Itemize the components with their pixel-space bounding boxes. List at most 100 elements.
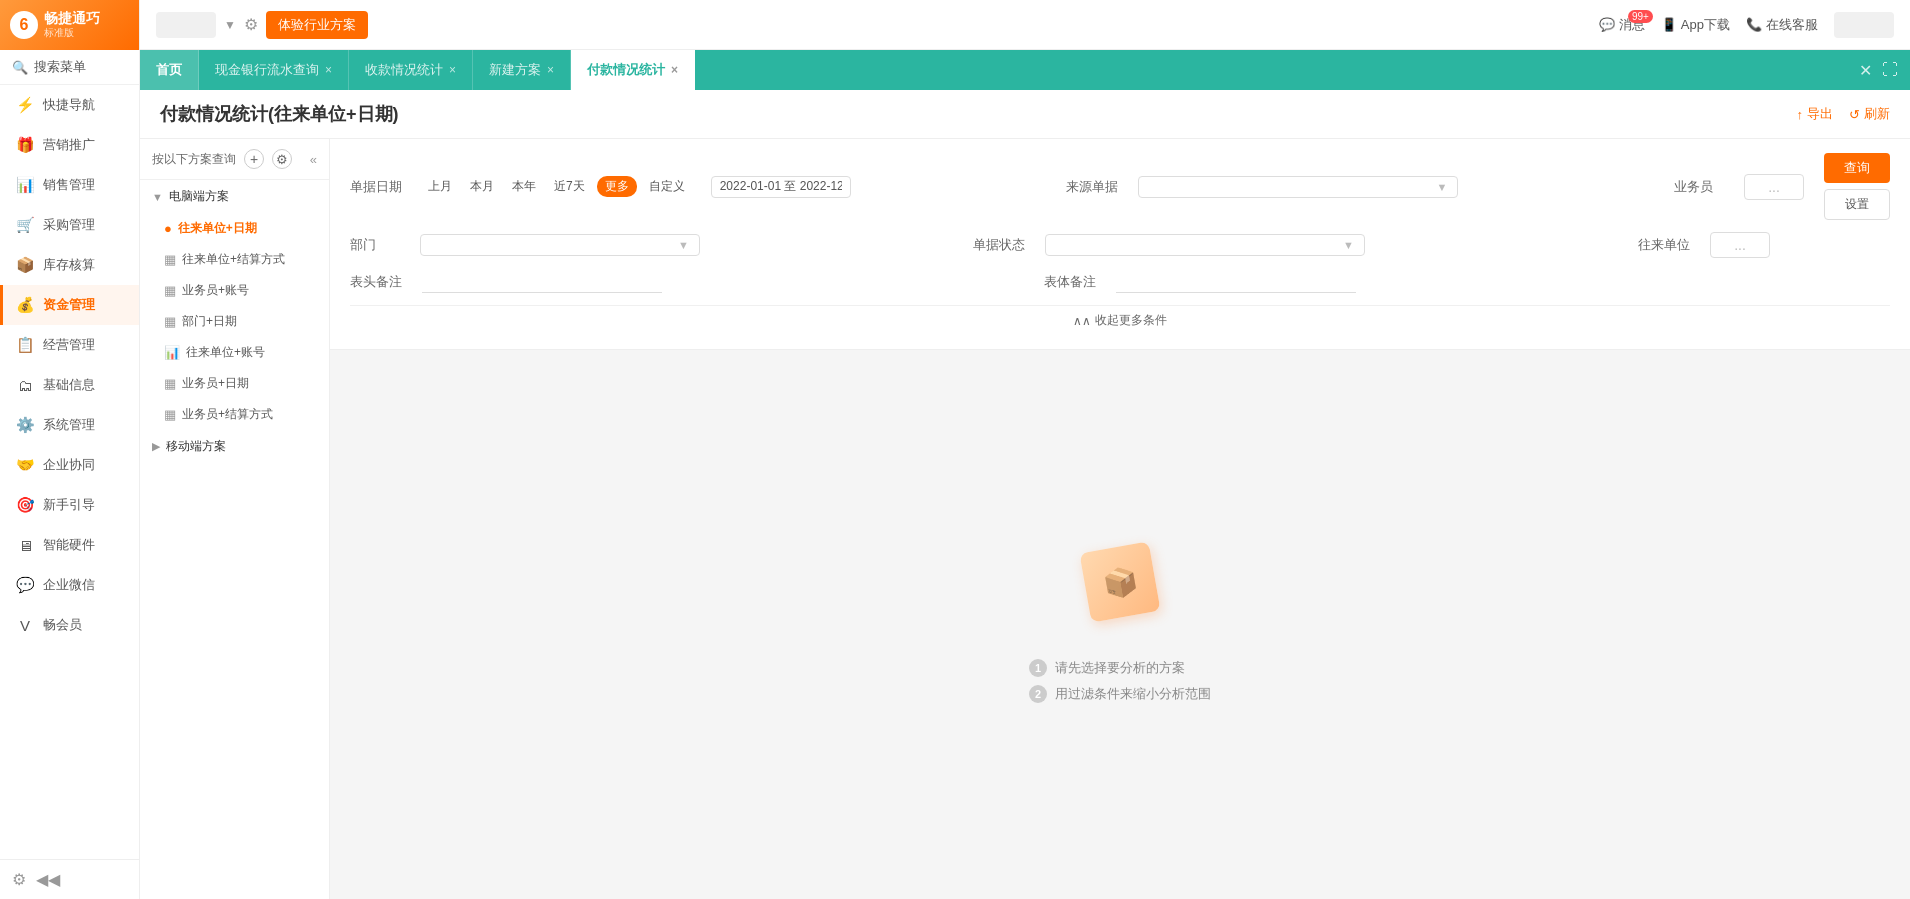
wechat-icon: 💬 [15, 575, 35, 595]
scheme-query-label: 按以下方案查询 [152, 151, 236, 168]
tab-new-scheme-close[interactable]: × [547, 63, 554, 77]
topbar-right: 💬 消息 99+ 📱 App下载 📞 在线客服 [1599, 12, 1894, 38]
search-label: 搜索菜单 [34, 58, 86, 76]
source-select-arrow-icon: ▼ [1436, 181, 1447, 193]
refresh-btn[interactable]: ↺ 刷新 [1849, 105, 1890, 123]
body-note-input[interactable] [1116, 270, 1356, 293]
doc-status-select[interactable]: ▼ [1045, 234, 1365, 256]
sidebar-item-funds[interactable]: 💰 资金管理 [0, 285, 139, 325]
query-btn[interactable]: 查询 [1824, 153, 1890, 183]
sidebar-item-vip[interactable]: V 畅会员 [0, 605, 139, 645]
mobile-scheme-section[interactable]: ▶ 移动端方案 [140, 430, 329, 463]
trial-btn[interactable]: 体验行业方案 [266, 11, 368, 39]
company-dropdown-icon[interactable]: ▼ [224, 18, 236, 32]
notice-badge: 99+ [1628, 10, 1653, 23]
right-panel: 单据日期 上月 本月 本年 近7天 更多 自定义 [330, 139, 1910, 899]
scheme-item-partner-account[interactable]: 📊 往来单位+账号 [140, 337, 329, 368]
page-content: 付款情况统计(往来单位+日期) ↑ 导出 ↺ 刷新 按以下方案查询 + [140, 90, 1910, 899]
operations-icon: 📋 [15, 335, 35, 355]
staff-filter-dots[interactable]: ... [1744, 174, 1804, 200]
filter-row-3: 表头备注 表体备注 [350, 270, 1890, 293]
tab-bank-flow[interactable]: 现金银行流水查询 × [199, 50, 349, 90]
content-area: 按以下方案查询 + ⚙ « ▼ 电脑端方案 ● 往来单位+日期 ▦ [140, 139, 1910, 899]
sidebar-item-operations[interactable]: 📋 经营管理 [0, 325, 139, 365]
scheme-item-staff-date[interactable]: ▦ 业务员+日期 [140, 368, 329, 399]
date-options: 上月 本月 本年 近7天 更多 自定义 [422, 176, 691, 197]
left-panel-header: 按以下方案查询 + ⚙ « [140, 139, 329, 180]
tab-payment-stat-close[interactable]: × [671, 63, 678, 77]
sidebar-item-base-info[interactable]: 🗂 基础信息 [0, 365, 139, 405]
main-area: ▼ ⚙ 体验行业方案 💬 消息 99+ 📱 App下载 📞 在线客服 首页 [140, 0, 1910, 899]
tab-bank-flow-close[interactable]: × [325, 63, 332, 77]
settings-btn[interactable]: 设置 [1824, 189, 1890, 220]
filter-area: 单据日期 上月 本月 本年 近7天 更多 自定义 [330, 139, 1910, 350]
date-opt-7days[interactable]: 近7天 [548, 176, 591, 197]
user-avatar[interactable] [1834, 12, 1894, 38]
pc-section-toggle-icon: ▼ [152, 191, 163, 203]
tab-payment-stat-label: 付款情况统计 [587, 61, 665, 79]
date-opt-more[interactable]: 更多 [597, 176, 637, 197]
sidebar-item-inventory[interactable]: 📦 库存核算 [0, 245, 139, 285]
sidebar-header: 6 畅捷通巧 标准版 [0, 0, 139, 50]
sidebar-item-sales[interactable]: 📊 销售管理 [0, 165, 139, 205]
tab-receipt-stat-close[interactable]: × [449, 63, 456, 77]
scheme-item-staff-account[interactable]: ▦ 业务员+账号 [140, 275, 329, 306]
source-select[interactable]: ▼ [1138, 176, 1458, 198]
left-panel: 按以下方案查询 + ⚙ « ▼ 电脑端方案 ● 往来单位+日期 ▦ [140, 139, 330, 899]
collapse-sidebar-icon[interactable]: ◀◀ [36, 870, 60, 889]
sidebar-search[interactable]: 🔍 搜索菜单 [0, 50, 139, 85]
action-btn-group: 查询 设置 [1824, 153, 1890, 220]
sidebar-item-wechat[interactable]: 💬 企业微信 [0, 565, 139, 605]
dept-filter-label: 部门 [350, 236, 400, 254]
scheme-item-partner-date[interactable]: ● 往来单位+日期 [140, 213, 329, 244]
scheme-settings-btn[interactable]: ⚙ [272, 149, 292, 169]
sidebar-item-marketing[interactable]: 🎁 营销推广 [0, 125, 139, 165]
sidebar-item-guide[interactable]: 🎯 新手引导 [0, 485, 139, 525]
scheme-item-staff-settlement[interactable]: ▦ 业务员+结算方式 [140, 399, 329, 430]
tab-new-scheme[interactable]: 新建方案 × [473, 50, 571, 90]
sidebar-item-hardware[interactable]: 🖥 智能硬件 [0, 525, 139, 565]
sidebar-item-quick-nav[interactable]: ⚡ 快捷导航 [0, 85, 139, 125]
empty-state: 📦 1 请先选择要分析的方案 2 用过滤条件来缩小分析范围 [1029, 547, 1211, 703]
date-opt-this-month[interactable]: 本月 [464, 176, 500, 197]
maximize-tab-icon[interactable]: ⛶ [1882, 61, 1898, 79]
date-opt-last-month[interactable]: 上月 [422, 176, 458, 197]
add-scheme-btn[interactable]: + [244, 149, 264, 169]
date-opt-custom[interactable]: 自定义 [643, 176, 691, 197]
scheme-item-partner-settlement[interactable]: ▦ 往来单位+结算方式 [140, 244, 329, 275]
topbar-settings-icon[interactable]: ⚙ [244, 15, 258, 34]
tab-payment-stat[interactable]: 付款情况统计 × [571, 50, 695, 90]
sidebar-item-system[interactable]: ⚙️ 系统管理 [0, 405, 139, 445]
service-label: 在线客服 [1766, 16, 1818, 34]
scheme-item-label: 部门+日期 [182, 313, 237, 330]
collapse-panel-icon[interactable]: « [310, 152, 317, 167]
scheme-item-label: 业务员+结算方式 [182, 406, 273, 423]
hint-item-1: 1 请先选择要分析的方案 [1029, 659, 1211, 677]
collapse-more-btn[interactable]: ∧∧ 收起更多条件 [350, 305, 1890, 335]
sidebar-item-label: 系统管理 [43, 416, 95, 434]
hint-text-2: 用过滤条件来缩小分析范围 [1055, 685, 1211, 703]
app-download-btn[interactable]: 📱 App下载 [1661, 16, 1730, 34]
date-opt-this-year[interactable]: 本年 [506, 176, 542, 197]
scheme-item-label: 往来单位+账号 [186, 344, 265, 361]
tab-home[interactable]: 首页 [140, 50, 199, 90]
tab-new-scheme-label: 新建方案 [489, 61, 541, 79]
pc-scheme-section[interactable]: ▼ 电脑端方案 [140, 180, 329, 213]
date-range-field[interactable] [711, 176, 851, 198]
header-note-input[interactable] [422, 270, 662, 293]
settings-footer-icon[interactable]: ⚙ [12, 870, 26, 889]
close-tab-icon[interactable]: ✕ [1859, 61, 1872, 80]
mobile-section-label: 移动端方案 [166, 438, 226, 455]
scheme-item-dept-date[interactable]: ▦ 部门+日期 [140, 306, 329, 337]
export-btn[interactable]: ↑ 导出 [1797, 105, 1834, 123]
collapse-up-icon: ∧∧ [1073, 314, 1091, 328]
partner-filter-dots[interactable]: ... [1710, 232, 1770, 258]
sidebar-item-enterprise[interactable]: 🤝 企业协同 [0, 445, 139, 485]
sidebar-item-purchase[interactable]: 🛒 采购管理 [0, 205, 139, 245]
notice-btn[interactable]: 💬 消息 99+ [1599, 16, 1645, 34]
dept-select[interactable]: ▼ [420, 234, 700, 256]
tab-receipt-stat[interactable]: 收款情况统计 × [349, 50, 473, 90]
sidebar-item-label: 企业微信 [43, 576, 95, 594]
quick-nav-icon: ⚡ [15, 95, 35, 115]
online-service-btn[interactable]: 📞 在线客服 [1746, 16, 1818, 34]
